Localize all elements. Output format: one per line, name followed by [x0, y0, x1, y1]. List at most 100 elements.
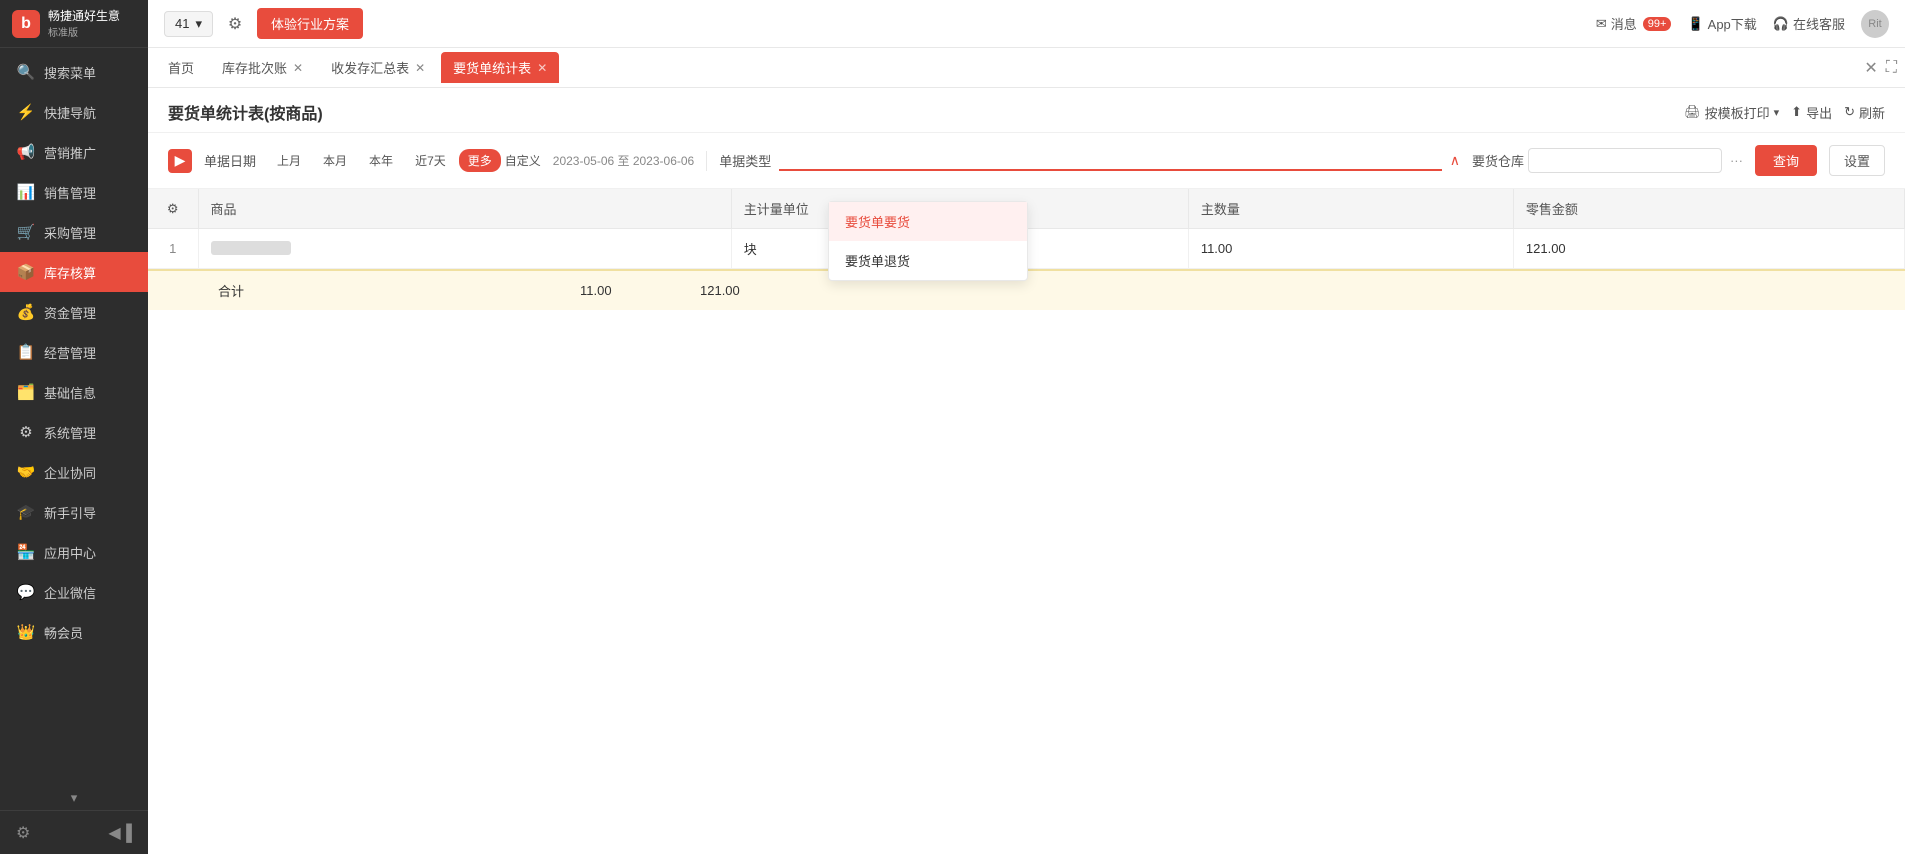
sidebar-item-basic[interactable]: 🗂️基础信息	[0, 372, 148, 412]
col-qty: 主数量	[1188, 189, 1513, 229]
type-dropdown: 要货单要货 要货单退货	[828, 201, 1028, 281]
filter-warehouse-area: 要货仓库 ···	[1472, 148, 1743, 173]
sidebar-item-search[interactable]: 🔍搜索菜单	[0, 52, 148, 92]
message-icon: ✉	[1596, 16, 1607, 32]
date-filter-label: 单据日期	[204, 151, 256, 170]
shortcut-icon: ⚡	[16, 102, 36, 122]
sidebar-item-system[interactable]: ⚙系统管理	[0, 412, 148, 452]
filter-bar: ▶ 单据日期 上月 本月 本年 近7天 更多 自定义 2023-05-06 至 …	[148, 133, 1905, 189]
tab-close-batch[interactable]: ✕	[293, 61, 303, 75]
chevron-down-icon: ▾	[71, 790, 78, 806]
page-inner: 要货单统计表(按商品) 🖨 按模板打印 ▾ ⬆ 导出 ↻ 刷新	[148, 88, 1905, 854]
export-button[interactable]: ⬆ 导出	[1791, 103, 1832, 122]
sidebar-nav: 🔍搜索菜单⚡快捷导航📢营销推广📊销售管理🛒采购管理📦库存核算💰资金管理📋经营管理…	[0, 48, 148, 786]
app-download-action[interactable]: 📱 App下载	[1687, 14, 1756, 33]
date-btn-last-month[interactable]: 上月	[268, 148, 310, 173]
close-all-icon[interactable]: ✕	[1864, 58, 1877, 78]
tab-bar: 首页库存批次账✕收发存汇总表✕要货单统计表✕ ✕ ⛶	[148, 48, 1905, 88]
wecom-icon: 💬	[16, 582, 36, 602]
col-settings[interactable]: ⚙	[148, 189, 198, 229]
date-btn-this-year[interactable]: 本年	[360, 148, 402, 173]
sidebar-item-sales[interactable]: 📊销售管理	[0, 172, 148, 212]
expand-icon[interactable]: ⛶	[1886, 59, 1897, 77]
date-btn-custom[interactable]: 自定义	[505, 152, 541, 169]
cell-product	[198, 229, 731, 269]
warehouse-filter-input[interactable]	[1528, 148, 1722, 173]
logo-text: 畅捷通好生意 标准版	[48, 8, 120, 40]
print-button[interactable]: 🖨 按模板打印 ▾	[1684, 103, 1779, 122]
guide-icon: 🎓	[16, 502, 36, 522]
sidebar-item-guide[interactable]: 🎓新手引导	[0, 492, 148, 532]
date-btn-more[interactable]: 更多	[459, 149, 501, 172]
dropdown-item-return[interactable]: 要货单退货	[829, 241, 1027, 280]
tab-close-requisition[interactable]: ✕	[537, 61, 547, 75]
footer-qty: 11.00	[580, 283, 700, 298]
filter-type-area: 单据类型 ∧	[719, 150, 1460, 171]
type-filter-arrow[interactable]: ∧	[1450, 152, 1460, 169]
avatar[interactable]: Rit	[1861, 10, 1889, 38]
sidebar-item-finance[interactable]: 💰资金管理	[0, 292, 148, 332]
sidebar-item-purchase[interactable]: 🛒采购管理	[0, 212, 148, 252]
tab-batch[interactable]: 库存批次账✕	[210, 52, 315, 83]
tab-bar-right: ✕ ⛶	[1864, 58, 1897, 78]
sidebar-item-enterprise[interactable]: 🤝企业协同	[0, 452, 148, 492]
header-right: ✉ 消息 99+ 📱 App下载 🎧 在线客服 Rit	[1596, 10, 1889, 38]
date-range-text: 2023-05-06 至 2023-06-06	[553, 152, 694, 169]
tab-close-receivable[interactable]: ✕	[415, 61, 425, 75]
sidebar: b 畅捷通好生意 标准版 🔍搜索菜单⚡快捷导航📢营销推广📊销售管理🛒采购管理📦库…	[0, 0, 148, 854]
main-area: 41 ▾ ⚙ 体验行业方案 ✉ 消息 99+ 📱 App下载 🎧 在线客服 Ri…	[148, 0, 1905, 854]
logo-icon: b	[12, 10, 40, 38]
filter-expand-button[interactable]: ▶	[168, 149, 192, 173]
basic-icon: 🗂️	[16, 382, 36, 402]
cell-rownum: 1	[148, 229, 198, 269]
system-icon: ⚙	[16, 422, 36, 442]
mobile-icon: 📱	[1687, 16, 1703, 32]
tab-receivable[interactable]: 收发存汇总表✕	[319, 52, 437, 83]
tab-home[interactable]: 首页	[156, 52, 206, 83]
tab-requisition[interactable]: 要货单统计表✕	[441, 52, 559, 83]
filter-divider	[706, 151, 707, 171]
message-action[interactable]: ✉ 消息 99+	[1596, 14, 1672, 33]
sidebar-item-operation[interactable]: 📋经营管理	[0, 332, 148, 372]
sidebar-item-marketing[interactable]: 📢营销推广	[0, 132, 148, 172]
refresh-button[interactable]: ↻ 刷新	[1844, 103, 1885, 122]
query-button[interactable]: 查询	[1755, 145, 1817, 176]
filter-more-dots[interactable]: ···	[1730, 153, 1743, 168]
collapse-icon[interactable]: ◀▐	[108, 823, 132, 843]
finance-icon: 💰	[16, 302, 36, 322]
col-product: 商品	[198, 189, 731, 229]
header-settings-button[interactable]: ⚙	[221, 10, 249, 38]
sidebar-item-member[interactable]: 👑畅会员	[0, 612, 148, 652]
member-icon: 👑	[16, 622, 36, 642]
online-service-action[interactable]: 🎧 在线客服	[1773, 14, 1845, 33]
sidebar-logo: b 畅捷通好生意 标准版	[0, 0, 148, 48]
page-header: 要货单统计表(按商品) 🖨 按模板打印 ▾ ⬆ 导出 ↻ 刷新	[148, 88, 1905, 133]
export-icon: ⬆	[1791, 104, 1802, 120]
chevron-down-icon: ▾	[1774, 106, 1780, 119]
marketing-icon: 📢	[16, 142, 36, 162]
search-icon: 🔍	[16, 62, 36, 82]
dropdown-item-requisition[interactable]: 要货单要货	[829, 202, 1027, 241]
headset-icon: 🎧	[1773, 16, 1789, 32]
footer-amount: 121.00	[700, 283, 820, 298]
settings-icon[interactable]: ⚙	[16, 823, 30, 843]
trial-btn[interactable]: 体验行业方案	[257, 8, 363, 39]
date-btn-last-7days[interactable]: 近7天	[406, 148, 455, 173]
store-selector[interactable]: 41 ▾	[164, 11, 213, 37]
sidebar-item-appstore[interactable]: 🏪应用中心	[0, 532, 148, 572]
date-btn-this-month[interactable]: 本月	[314, 148, 356, 173]
sales-icon: 📊	[16, 182, 36, 202]
type-filter-label: 单据类型	[719, 151, 771, 170]
settings-action-button[interactable]: 设置	[1829, 145, 1885, 176]
col-amount: 零售金额	[1513, 189, 1904, 229]
sidebar-item-shortcut[interactable]: ⚡快捷导航	[0, 92, 148, 132]
type-filter-input[interactable]	[779, 150, 1441, 171]
page-actions: 🖨 按模板打印 ▾ ⬆ 导出 ↻ 刷新	[1684, 103, 1885, 122]
store-number: 41	[175, 16, 189, 31]
print-icon: 🖨	[1684, 104, 1701, 120]
sidebar-scroll-down[interactable]: ▾	[0, 786, 148, 810]
sidebar-item-wecom[interactable]: 💬企业微信	[0, 572, 148, 612]
sidebar-item-inventory[interactable]: 📦库存核算	[0, 252, 148, 292]
chevron-down-icon: ▾	[195, 16, 202, 32]
top-header: 41 ▾ ⚙ 体验行业方案 ✉ 消息 99+ 📱 App下载 🎧 在线客服 Ri…	[148, 0, 1905, 48]
